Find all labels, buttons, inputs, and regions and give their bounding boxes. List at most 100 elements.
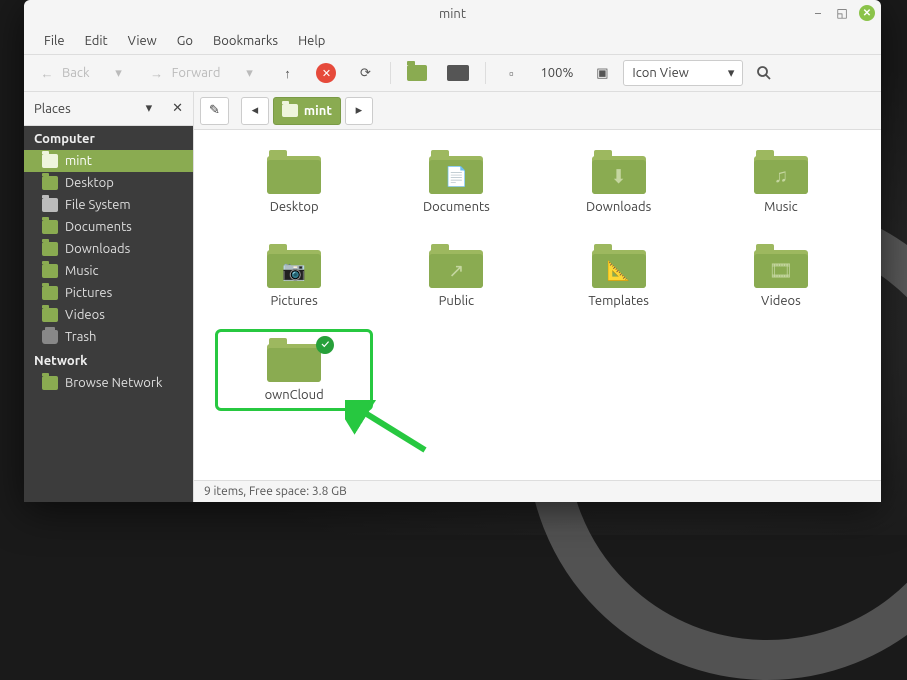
path-segment-home[interactable]: mint (273, 97, 341, 125)
sidebar-section-computer: Computer (24, 126, 193, 150)
path-forward-button[interactable]: ▸ (345, 97, 373, 125)
view-mode-select[interactable]: Icon View ▾ (623, 60, 743, 86)
chevron-down-icon: ▾ (110, 64, 128, 82)
folder-icon (42, 176, 58, 190)
search-button[interactable] (747, 59, 781, 87)
menu-view[interactable]: View (118, 30, 167, 52)
menu-help[interactable]: Help (288, 30, 335, 52)
sidebar-item-label: Browse Network (65, 376, 162, 390)
folder-icon: 📐 (592, 244, 646, 288)
sidebar-list: Computer mint Desktop File System Docume… (24, 126, 193, 502)
folder-public[interactable]: ↗ Public (380, 238, 532, 314)
folder-icon: 📷 (267, 244, 321, 288)
folder-icon (42, 242, 58, 256)
item-label: Templates (588, 294, 649, 308)
folder-documents[interactable]: 📄Documents (380, 144, 532, 220)
sidebar-item-label: File System (65, 198, 131, 212)
sidebar-item-home[interactable]: mint (24, 150, 193, 172)
network-icon (42, 376, 58, 390)
disk-icon (42, 198, 58, 212)
reload-icon: ⟳ (356, 64, 374, 82)
computer-button[interactable] (439, 59, 477, 87)
reload-button[interactable]: ⟳ (348, 59, 382, 87)
computer-icon (447, 65, 469, 81)
stop-button[interactable]: ✕ (308, 59, 344, 87)
chevron-right-icon: ▸ (356, 103, 363, 118)
zoom-in-button[interactable]: ▣ (585, 59, 619, 87)
sidebar-section-network: Network (24, 348, 193, 372)
folder-icon: ♫ (754, 150, 808, 194)
item-label: Downloads (586, 200, 651, 214)
sidebar-item-browse-network[interactable]: Browse Network (24, 372, 193, 394)
home-folder-icon (42, 154, 58, 168)
stop-icon: ✕ (316, 63, 336, 83)
zoom-out-button[interactable]: ▫ (494, 59, 528, 87)
back-button[interactable]: ← Back (30, 59, 98, 87)
sidebar-header[interactable]: Places ▾ ✕ (24, 92, 193, 126)
path-segment-label: mint (304, 104, 332, 118)
menu-bookmarks[interactable]: Bookmarks (203, 30, 288, 52)
sidebar-item-filesystem[interactable]: File System (24, 194, 193, 216)
menu-file[interactable]: File (34, 30, 75, 52)
chevron-down-icon[interactable]: ▾ (146, 101, 153, 116)
sync-badge-icon: ✓ (316, 336, 334, 354)
toolbar: ← Back ▾ → Forward ▾ ↑ ✕ ⟳ ▫ (24, 54, 881, 92)
sidebar-item-label: mint (65, 154, 92, 168)
up-button[interactable]: ↑ (270, 59, 304, 87)
sidebar-item-videos[interactable]: Videos (24, 304, 193, 326)
maximize-button[interactable]: ◱ (835, 6, 849, 20)
folder-icon: ↗ (429, 244, 483, 288)
forward-button[interactable]: → Forward (140, 59, 229, 87)
icon-grid[interactable]: Desktop 📄Documents⬇Downloads ♫ Music 📷 Pictur… (194, 130, 881, 480)
sidebar-item-music[interactable]: Music (24, 260, 193, 282)
sidebar-item-label: Downloads (65, 242, 130, 256)
sidebar-item-downloads[interactable]: Downloads (24, 238, 193, 260)
file-manager-window: mint – ◱ ✕ File Edit View Go Bookmarks H… (24, 0, 881, 502)
zoom-out-icon: ▫ (502, 64, 520, 82)
zoom-level: 100% (532, 66, 581, 80)
titlebar[interactable]: mint – ◱ ✕ (24, 0, 881, 28)
close-sidebar-icon[interactable]: ✕ (172, 101, 183, 116)
chevron-left-icon: ◂ (252, 103, 259, 118)
pencil-icon: ✎ (209, 103, 220, 118)
home-button[interactable] (399, 59, 435, 87)
item-label: Pictures (271, 294, 318, 308)
close-button[interactable]: ✕ (859, 5, 875, 21)
folder-desktop[interactable]: Desktop (218, 144, 370, 220)
folder-icon: 📄 (429, 150, 483, 194)
minimize-button[interactable]: – (811, 6, 825, 20)
arrow-left-icon: ← (38, 64, 56, 82)
back-history-button[interactable]: ▾ (102, 59, 136, 87)
item-label: ownCloud (265, 388, 324, 402)
path-edit-button[interactable]: ✎ (200, 97, 229, 125)
item-label: Public (439, 294, 474, 308)
zoom-in-icon: ▣ (593, 64, 611, 82)
sidebar-item-pictures[interactable]: Pictures (24, 282, 193, 304)
path-back-button[interactable]: ◂ (241, 97, 269, 125)
folder-downloads[interactable]: ⬇Downloads (543, 144, 695, 220)
sidebar-item-trash[interactable]: Trash (24, 326, 193, 348)
folder-icon (42, 286, 58, 300)
sidebar-item-desktop[interactable]: Desktop (24, 172, 193, 194)
folder-owncloud[interactable]: ✓ ownCloud (218, 332, 370, 408)
statusbar: 9 items, Free space: 3.8 GB (194, 480, 881, 502)
item-label: Desktop (270, 200, 319, 214)
home-icon (407, 65, 427, 81)
forward-history-button[interactable]: ▾ (232, 59, 266, 87)
arrow-right-icon: → (148, 64, 166, 82)
menu-go[interactable]: Go (167, 30, 203, 52)
sidebar-item-documents[interactable]: Documents (24, 216, 193, 238)
folder-templates[interactable]: 📐 Templates (543, 238, 695, 314)
item-label: Music (764, 200, 798, 214)
search-icon (755, 64, 773, 82)
folder-videos[interactable]: 🎞Videos (705, 238, 857, 314)
folder-music[interactable]: ♫ Music (705, 144, 857, 220)
arrow-up-icon: ↑ (278, 64, 296, 82)
forward-label: Forward (172, 66, 221, 80)
chevron-down-icon: ▾ (240, 64, 258, 82)
pathbar: ✎ ◂ mint ▸ (194, 92, 881, 130)
folder-pictures[interactable]: 📷 Pictures (218, 238, 370, 314)
folder-icon (267, 338, 321, 382)
menu-edit[interactable]: Edit (75, 30, 118, 52)
sidebar-item-label: Videos (65, 308, 105, 322)
